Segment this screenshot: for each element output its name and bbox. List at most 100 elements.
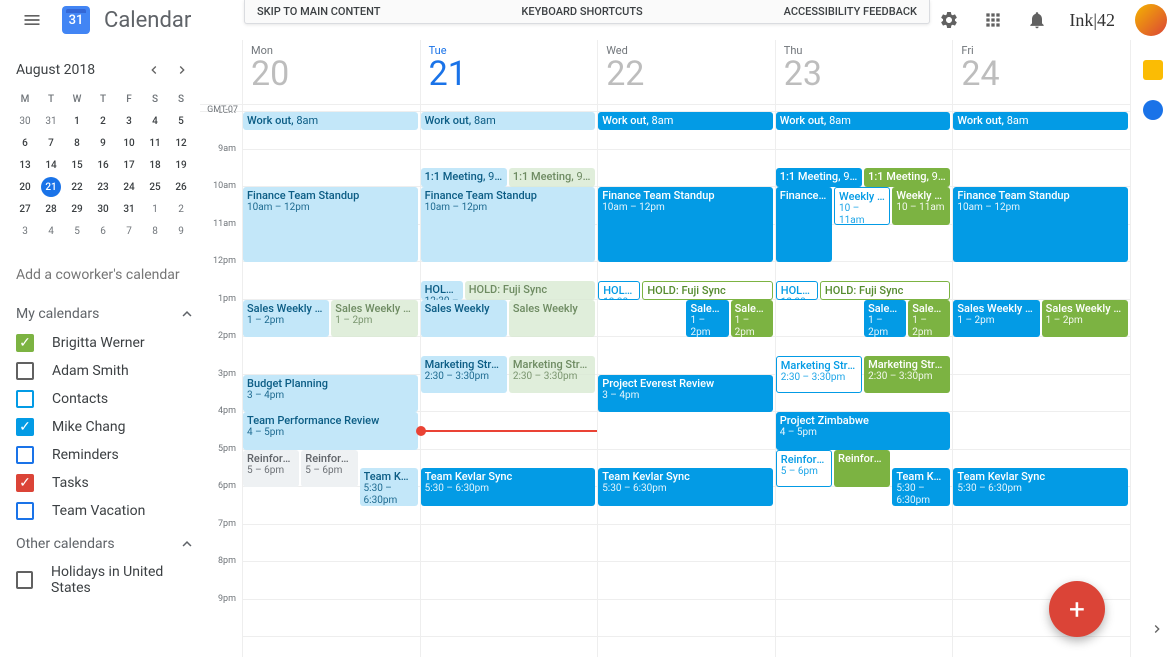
calendar-item[interactable]: Brigitta Werner xyxy=(12,329,200,357)
calendar-event[interactable]: Sales Weekly Kickoff1 – 2pm xyxy=(1042,300,1128,338)
calendar-event[interactable]: Reinforcement Learning5 – 6pm xyxy=(243,450,299,488)
mini-cal-day[interactable]: 11 xyxy=(142,132,168,154)
calendar-event[interactable]: Finance Team Standup10am – 12pm xyxy=(243,187,418,262)
calendar-event[interactable]: Finance Team Standup10am – 12pm xyxy=(598,187,773,262)
calendar-event[interactable]: Team Kevlar Sync5:30 – 6:30pm xyxy=(892,468,950,506)
calendar-event[interactable]: Sales Weekly1 – 2pm xyxy=(731,300,773,338)
prev-month-button[interactable] xyxy=(140,56,168,84)
mini-cal-day[interactable]: 30 xyxy=(12,110,38,132)
tasks-icon[interactable] xyxy=(1143,100,1163,120)
mini-cal-day[interactable]: 2 xyxy=(90,110,116,132)
mini-cal-day[interactable]: 15 xyxy=(64,154,90,176)
mini-cal-day[interactable]: 30 xyxy=(90,198,116,220)
calendar-event[interactable]: Team Kevlar Sync5:30 – 6:30pm xyxy=(360,468,418,506)
calendar-event[interactable]: 1:1 Meeting, 9:30am xyxy=(864,168,950,187)
calendar-event[interactable]: Work out, 8am xyxy=(598,112,773,130)
mini-cal-day[interactable]: 10 xyxy=(116,132,142,154)
calendar-event[interactable]: Sales Weekly1 – 2pm xyxy=(908,300,950,338)
calendar-event[interactable]: Sales Weekly xyxy=(509,300,595,338)
add-coworker-input[interactable] xyxy=(16,267,194,283)
mini-cal-day[interactable]: 3 xyxy=(12,220,38,242)
day-column[interactable]: Work out, 8amFinance Team Standup10am – … xyxy=(242,112,420,657)
mini-cal-day[interactable]: 24 xyxy=(116,176,142,198)
calendar-event[interactable]: Work out, 8am xyxy=(776,112,951,130)
mini-cal-day[interactable]: 28 xyxy=(38,198,64,220)
calendar-checkbox[interactable] xyxy=(16,474,34,492)
mini-cal-day[interactable]: 17 xyxy=(116,154,142,176)
mini-cal-day[interactable]: 31 xyxy=(38,110,64,132)
calendar-event[interactable]: Work out, 8am xyxy=(421,112,596,130)
mini-cal-day[interactable]: 1 xyxy=(142,198,168,220)
calendar-event[interactable]: 1:1 Meeting, 9:30am xyxy=(776,168,862,187)
calendar-event[interactable]: Marketing Strategy2:30 – 3:30pm xyxy=(864,356,950,394)
mini-cal-day[interactable]: 22 xyxy=(64,176,90,198)
calendar-event[interactable]: Project Everest Review3 – 4pm xyxy=(598,375,773,413)
calendar-event[interactable]: Budget Planning3 – 4pm xyxy=(243,375,418,413)
calendar-event[interactable]: Marketing Strategy2:30 – 3:30pm xyxy=(776,356,862,394)
apps-button[interactable] xyxy=(973,0,1013,40)
mini-cal-day[interactable]: 19 xyxy=(168,154,194,176)
calendar-item[interactable]: Team Vacation xyxy=(12,497,200,525)
mini-cal-day[interactable]: 4 xyxy=(142,110,168,132)
mini-cal-day[interactable]: 1 xyxy=(64,110,90,132)
notifications-button[interactable] xyxy=(1017,0,1057,40)
main-menu-button[interactable] xyxy=(8,0,56,44)
day-header[interactable]: Wed22 xyxy=(597,40,775,104)
day-header[interactable]: Thu23 xyxy=(775,40,953,104)
mini-cal-day[interactable]: 8 xyxy=(142,220,168,242)
expand-side-panel-button[interactable] xyxy=(1149,621,1165,637)
calendar-item[interactable]: Tasks xyxy=(12,469,200,497)
calendar-item[interactable]: Reminders xyxy=(12,441,200,469)
calendar-checkbox[interactable] xyxy=(16,418,34,436)
day-column[interactable]: Work out, 8amFinance Team Standup10am – … xyxy=(952,112,1130,657)
calendar-event[interactable]: Sales Weekly Kickoff1 – 2pm xyxy=(953,300,1039,338)
mini-cal-day[interactable]: 23 xyxy=(90,176,116,198)
calendar-checkbox[interactable] xyxy=(16,362,34,380)
mini-cal-day[interactable]: 20 xyxy=(12,176,38,198)
calendar-event[interactable]: Team Kevlar Sync5:30 – 6:30pm xyxy=(953,468,1128,506)
calendar-event[interactable]: Finance Team Standup10am – 12pm xyxy=(421,187,596,262)
calendar-item[interactable]: Holidays in United States xyxy=(12,559,200,601)
calendar-event[interactable]: Weekly Checkin10 – 11am xyxy=(892,187,950,225)
mini-cal-day[interactable]: 27 xyxy=(12,198,38,220)
mini-cal-day[interactable]: 6 xyxy=(90,220,116,242)
mini-cal-day[interactable]: 7 xyxy=(116,220,142,242)
calendar-event[interactable]: Marketing Strategy2:30 – 3:30pm xyxy=(509,356,595,394)
mini-cal-day[interactable]: 3 xyxy=(116,110,142,132)
skip-link[interactable]: SKIP TO MAIN CONTENT xyxy=(257,5,380,18)
calendar-event[interactable]: Reinforcement Learning xyxy=(834,450,890,488)
mini-cal-day[interactable]: 5 xyxy=(168,110,194,132)
settings-button[interactable] xyxy=(929,0,969,40)
calendar-event[interactable]: Sales Weekly xyxy=(421,300,507,338)
calendar-event[interactable]: 1:1 Meeting, 9:30am xyxy=(421,168,507,187)
keep-icon[interactable] xyxy=(1143,60,1163,80)
mini-cal-day[interactable]: 31 xyxy=(116,198,142,220)
calendar-event[interactable]: Work out, 8am xyxy=(953,112,1128,130)
calendar-event[interactable]: Team Kevlar Sync5:30 – 6:30pm xyxy=(598,468,773,506)
calendar-checkbox[interactable] xyxy=(16,390,34,408)
mini-cal-day[interactable]: 12 xyxy=(168,132,194,154)
my-calendars-header[interactable]: My calendars xyxy=(12,295,200,329)
day-header[interactable]: Mon20 xyxy=(242,40,420,104)
calendar-item[interactable]: Adam Smith xyxy=(12,357,200,385)
other-calendars-header[interactable]: Other calendars xyxy=(12,525,200,559)
user-avatar[interactable] xyxy=(1135,4,1167,36)
app-logo[interactable]: 31 xyxy=(56,0,96,40)
calendar-event[interactable]: Project Zimbabwe4 – 5pm xyxy=(776,412,951,450)
create-event-button[interactable]: + xyxy=(1049,581,1105,637)
calendar-event[interactable]: Sales Weekly1 – 2pm xyxy=(864,300,906,338)
calendar-checkbox[interactable] xyxy=(16,446,34,464)
calendar-event[interactable]: Reinforcement Learning5 – 6pm xyxy=(301,450,357,488)
calendar-event[interactable]: HOLD: Fuji Sync12:30 – 1pm xyxy=(421,281,463,300)
mini-cal-day[interactable]: 14 xyxy=(38,154,64,176)
mini-cal-day[interactable]: 5 xyxy=(64,220,90,242)
mini-cal-day[interactable]: 18 xyxy=(142,154,168,176)
mini-cal-day[interactable]: 26 xyxy=(168,176,194,198)
mini-cal-day[interactable]: 21 xyxy=(38,176,64,198)
calendar-event[interactable]: Team Kevlar Sync5:30 – 6:30pm xyxy=(421,468,596,506)
calendar-event[interactable]: Weekly Checkin10 – 11am xyxy=(834,187,890,225)
calendar-event[interactable]: Marketing Strategy2:30 – 3:30pm xyxy=(421,356,507,394)
calendar-event[interactable]: HOLD: Fuji12:30 – 1pm xyxy=(776,281,818,300)
calendar-event[interactable]: Sales Weekly1 – 2pm xyxy=(686,300,728,338)
calendar-event[interactable]: HOLD: Fuji Sync12:30 – 1pm xyxy=(598,281,640,300)
